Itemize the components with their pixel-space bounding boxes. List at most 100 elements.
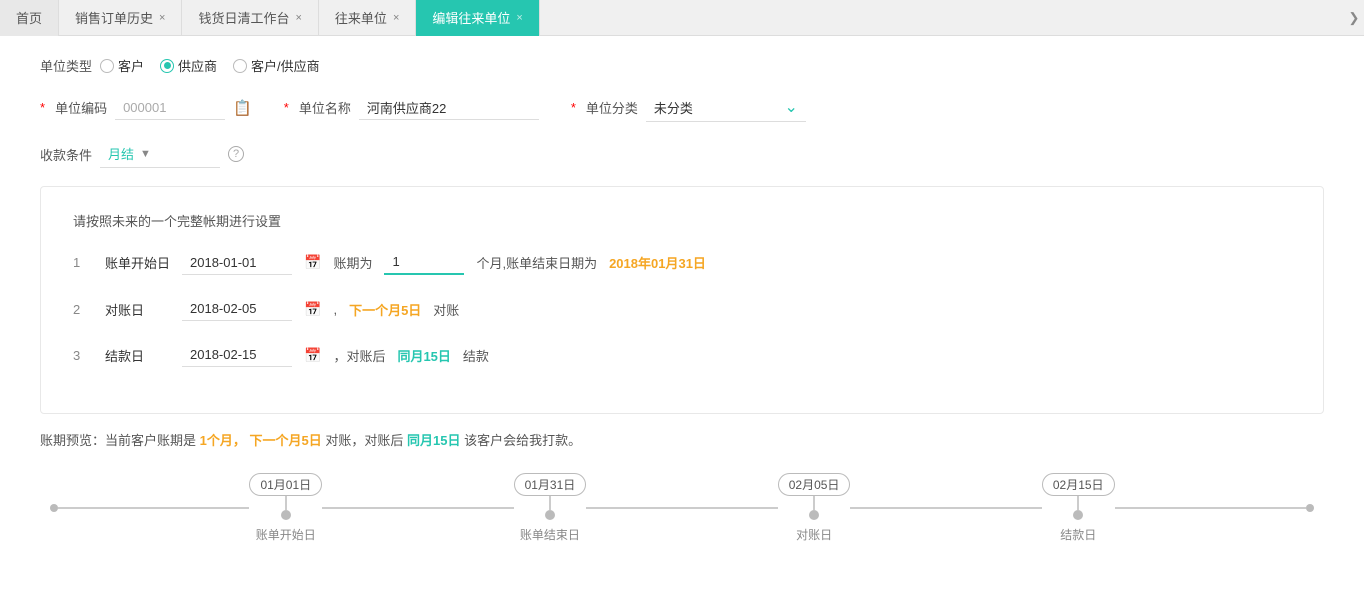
timeline-node-2: 01月31日 账单结束日 <box>514 473 587 543</box>
payment-terms-value: 月结 <box>108 144 134 163</box>
radio-supplier-label: 供应商 <box>178 56 217 75</box>
radio-supplier-circle <box>160 59 174 73</box>
unit-type-field: 单位类型 客户 供应商 客户/供应商 <box>40 56 320 75</box>
tab-arrow-icon[interactable]: ❯ <box>1344 0 1364 36</box>
radio-supplier[interactable]: 供应商 <box>160 56 217 75</box>
radio-both-circle <box>233 59 247 73</box>
period-num-1: 1 <box>73 255 93 270</box>
node4-badge: 02月15日 <box>1042 473 1115 496</box>
period-box: 请按照未来的一个完整帐期进行设置 1 账单开始日 📅 账期为 个月,账单结束日期… <box>40 186 1324 414</box>
unit-code-star: * <box>40 100 45 115</box>
period-label-1: 账单开始日 <box>105 253 170 272</box>
copy-icon[interactable]: 📋 <box>233 99 252 117</box>
timeline-line-1 <box>58 507 249 509</box>
preview-suffix: 该客户会给我打款。 <box>464 433 581 448</box>
unit-name-star: * <box>284 100 289 115</box>
radio-customer[interactable]: 客户 <box>100 56 144 75</box>
help-icon[interactable]: ? <box>228 146 244 162</box>
period-label-3: 结款日 <box>105 346 170 365</box>
timeline-node-1: 01月01日 账单开始日 <box>249 473 322 543</box>
month-input[interactable] <box>384 250 464 275</box>
tab-edit-close-icon[interactable]: × <box>516 12 522 24</box>
unit-cat-value: 未分类 <box>654 98 693 117</box>
tab-sales-order-history[interactable]: 销售订单历史 × <box>59 0 182 36</box>
node1-badge: 01月01日 <box>249 473 322 496</box>
tab-home[interactable]: 首页 <box>0 0 59 36</box>
tab-bar: 首页 销售订单历史 × 钱货日清工作台 × 往来单位 × 编辑往来单位 × ❯ <box>0 0 1364 36</box>
node2-dot <box>545 510 555 520</box>
period-date-input-2[interactable] <box>182 297 292 321</box>
node2-label: 账单结束日 <box>520 526 580 543</box>
unit-type-row: 单位类型 客户 供应商 客户/供应商 <box>40 56 1324 75</box>
preview-prefix: 账期预览：当前客户账期是 <box>40 433 196 448</box>
preview-text: 账期预览：当前客户账期是 1个月， 下一个月5日 对账，对账后 同月15日 该客… <box>40 430 1324 449</box>
unit-name-field: * 单位名称 <box>284 96 539 120</box>
unit-code-input[interactable] <box>115 96 225 120</box>
radio-both-label: 客户/供应商 <box>251 56 320 75</box>
radio-customer-circle <box>100 59 114 73</box>
period-num-2: 2 <box>73 302 93 317</box>
tab-partner-label: 往来单位 <box>335 8 387 27</box>
unit-category-select[interactable]: 未分类 ⌄ <box>646 93 806 122</box>
tab-edit-label: 编辑往来单位 <box>432 8 510 27</box>
payment-terms-dropdown[interactable]: 月结 ▼ <box>100 140 220 168</box>
calendar-icon-1[interactable]: 📅 <box>304 254 321 271</box>
node4-label: 结款日 <box>1060 526 1096 543</box>
radio-group: 客户 供应商 客户/供应商 <box>100 56 320 75</box>
unit-name-label: 单位名称 <box>299 98 351 117</box>
radio-both[interactable]: 客户/供应商 <box>233 56 320 75</box>
chevron-right-icon: ❯ <box>1349 10 1360 26</box>
period-row3-highlight: 同月15日 <box>397 346 450 365</box>
unit-code-field: * 单位编码 📋 <box>40 96 252 120</box>
period-month-label: 个月,账单结束日期为 <box>476 253 597 272</box>
tab-home-label: 首页 <box>16 8 42 27</box>
preview-part3: 同月15日 <box>407 433 460 448</box>
period-end-date-highlight: 2018年01月31日 <box>609 253 706 272</box>
period-row-2: 2 对账日 📅 , 下一个月5日 对账 <box>73 297 1291 321</box>
radio-customer-label: 客户 <box>118 56 144 75</box>
tab-edit-partner-unit[interactable]: 编辑往来单位 × <box>416 0 539 36</box>
payment-terms-label: 收款条件 <box>40 145 92 164</box>
period-row2-prefix: , <box>333 302 337 317</box>
unit-cat-label: 单位分类 <box>586 98 638 117</box>
tab-cash-label: 钱货日清工作台 <box>198 8 289 27</box>
period-row2-highlight: 下一个月5日 <box>349 300 421 319</box>
node4-dot <box>1073 510 1083 520</box>
tab-sales-label: 销售订单历史 <box>75 8 153 27</box>
period-suffix-before-1: 账期为 <box>333 253 372 272</box>
node2-line <box>549 496 551 510</box>
chevron-down-icon: ⌄ <box>785 97 798 117</box>
preview-part2: 下一个月5日 <box>250 433 322 448</box>
period-row3-prefix: ，对账后 <box>333 346 385 365</box>
main-content: 单位类型 客户 供应商 客户/供应商 * 单位编码 <box>0 36 1364 608</box>
help-icon-text: ? <box>233 148 239 160</box>
period-label-2: 对账日 <box>105 300 170 319</box>
timeline-line-3 <box>586 507 777 509</box>
preview-part1: 1个月， <box>200 433 246 448</box>
timeline-start-dot <box>50 504 58 512</box>
tab-cash-close-icon[interactable]: × <box>295 12 301 24</box>
timeline-row: 01月01日 账单开始日 01月31日 账单结束日 02月05日 对账日 <box>50 473 1314 543</box>
calendar-icon-3[interactable]: 📅 <box>304 347 321 364</box>
node1-dot <box>281 510 291 520</box>
unit-name-input[interactable] <box>359 96 539 120</box>
node3-dot <box>809 510 819 520</box>
period-date-input-1[interactable] <box>182 251 292 275</box>
unit-details-row: * 单位编码 📋 * 单位名称 * 单位分类 未分类 ⌄ <box>40 93 1324 122</box>
node3-label: 对账日 <box>796 526 832 543</box>
period-row-3: 3 结款日 📅 ，对账后 同月15日 结款 <box>73 343 1291 367</box>
unit-cat-star: * <box>571 100 576 115</box>
calendar-icon-2[interactable]: 📅 <box>304 301 321 318</box>
timeline-node-3: 02月05日 对账日 <box>778 473 851 543</box>
node3-line <box>813 496 815 510</box>
node2-badge: 01月31日 <box>514 473 587 496</box>
tab-partner-unit[interactable]: 往来单位 × <box>319 0 416 36</box>
period-date-input-3[interactable] <box>182 343 292 367</box>
tab-sales-close-icon[interactable]: × <box>159 12 165 24</box>
tab-partner-close-icon[interactable]: × <box>393 12 399 24</box>
timeline-node-4: 02月15日 结款日 <box>1042 473 1115 543</box>
tab-cash-work[interactable]: 钱货日清工作台 × <box>182 0 318 36</box>
period-row3-suffix: 结款 <box>463 346 489 365</box>
node4-line <box>1077 496 1079 510</box>
dropdown-arrow-icon: ▼ <box>140 148 151 160</box>
